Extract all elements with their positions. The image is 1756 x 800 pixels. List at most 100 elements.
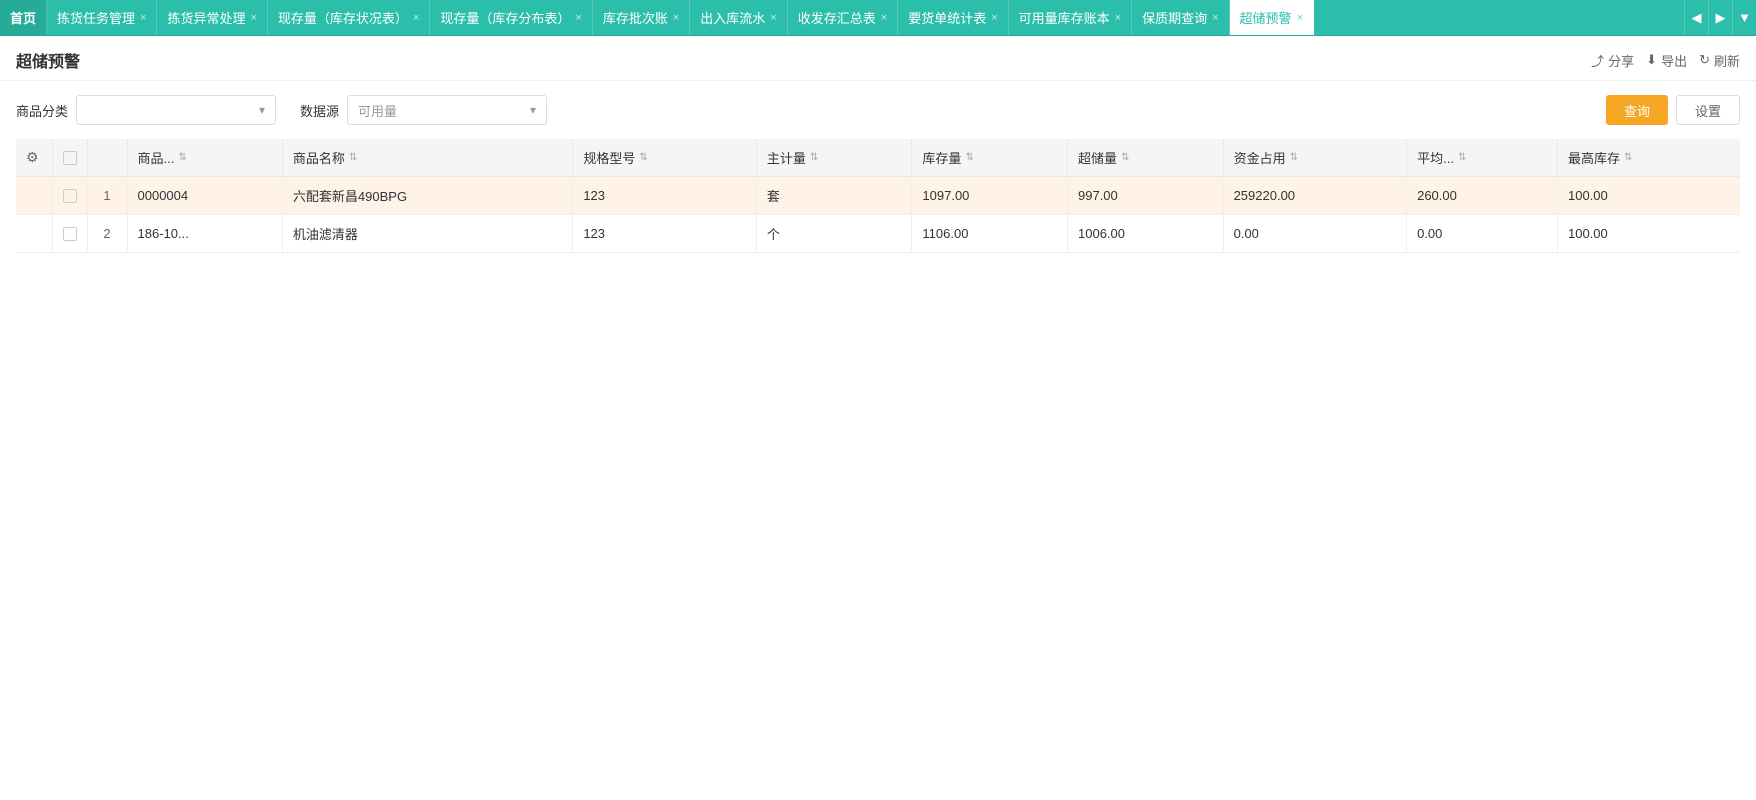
- nav-batch-close[interactable]: ×: [673, 12, 679, 24]
- row-stock: 1106.00: [912, 215, 1068, 253]
- nav-arrow-left[interactable]: ◀: [1684, 0, 1708, 35]
- nav-item-abnormal[interactable]: 拣货异常处理 ×: [157, 0, 267, 35]
- row-product-name: 机油滤清器: [282, 215, 572, 253]
- col-header-index: [87, 139, 127, 177]
- row-stock: 1097.00: [912, 177, 1068, 215]
- col-header-checkbox: [52, 139, 87, 177]
- refresh-button[interactable]: ↻ 刷新: [1699, 51, 1740, 70]
- sort-icon-max-stock: ⇅: [1624, 152, 1632, 163]
- nav-batch-label: 库存批次账: [603, 8, 668, 27]
- category-filter-label: 商品分类: [16, 101, 68, 120]
- row-index: 1: [87, 177, 127, 215]
- nav-item-inventory-dist[interactable]: 现存量（库存分布表） ×: [430, 0, 592, 35]
- sort-icon-product-code: ⇅: [178, 152, 186, 163]
- col-header-unit[interactable]: 主计量 ⇅: [756, 139, 912, 177]
- nav-inout-close[interactable]: ×: [770, 12, 776, 24]
- datasource-select[interactable]: 可用量 ▾: [347, 95, 547, 125]
- refresh-label: 刷新: [1714, 51, 1740, 70]
- nav-item-batch[interactable]: 库存批次账 ×: [593, 0, 690, 35]
- export-button[interactable]: ⬇ 导出: [1646, 51, 1687, 70]
- row-checkbox[interactable]: [63, 189, 77, 203]
- category-filter-group: 商品分类 ▾: [16, 95, 276, 125]
- nav-overstock-label: 超储预警: [1240, 8, 1292, 27]
- nav-item-order-stat[interactable]: 要货单统计表 ×: [898, 0, 1008, 35]
- col-header-product-code[interactable]: 商品... ⇅: [127, 139, 282, 177]
- share-button[interactable]: ⤴ 分享: [1591, 51, 1634, 70]
- row-max-stock: 100.00: [1558, 177, 1741, 215]
- nav-expiry-close[interactable]: ×: [1212, 12, 1218, 24]
- sort-icon-overstock: ⇅: [1121, 152, 1129, 163]
- data-table: ⚙ 商品... ⇅: [16, 139, 1740, 253]
- row-checkbox[interactable]: [63, 227, 77, 241]
- datasource-select-text: 可用量: [358, 101, 397, 120]
- row-gear-cell: [16, 177, 52, 215]
- settings-button[interactable]: 设置: [1676, 95, 1740, 125]
- nav-arrow-right[interactable]: ▶: [1708, 0, 1732, 35]
- col-header-gear: ⚙: [16, 139, 52, 177]
- datasource-filter-label: 数据源: [300, 101, 339, 120]
- nav-overstock-close[interactable]: ×: [1297, 12, 1303, 24]
- query-button[interactable]: 查询: [1606, 95, 1668, 125]
- gear-icon[interactable]: ⚙: [26, 149, 39, 165]
- nav-item-home[interactable]: 首页: [0, 0, 47, 35]
- row-checkbox-cell: [52, 215, 87, 253]
- nav-order-stat-close[interactable]: ×: [991, 12, 997, 24]
- nav-item-avail-ledger[interactable]: 可用量库存账本 ×: [1009, 0, 1132, 35]
- nav-item-summary[interactable]: 收发存汇总表 ×: [788, 0, 898, 35]
- nav-item-task[interactable]: 拣货任务管理 ×: [47, 0, 157, 35]
- nav-item-expiry[interactable]: 保质期查询 ×: [1132, 0, 1229, 35]
- col-header-spec[interactable]: 规格型号 ⇅: [573, 139, 757, 177]
- col-header-overstock[interactable]: 超储量 ⇅: [1068, 139, 1224, 177]
- table-row: 1 0000004 六配套新昌490BPG 123 套 1097.00 997.…: [16, 177, 1740, 215]
- nav-bar: 首页 拣货任务管理 × 拣货异常处理 × 现存量（库存状况表） × 现存量（库存…: [0, 0, 1756, 36]
- nav-home-label: 首页: [10, 8, 36, 27]
- row-unit: 个: [756, 215, 912, 253]
- datasource-chevron-down-icon: ▾: [530, 103, 536, 117]
- sort-icon-spec: ⇅: [639, 152, 647, 163]
- row-avg: 260.00: [1407, 177, 1558, 215]
- category-select[interactable]: ▾: [76, 95, 276, 125]
- table-body: 1 0000004 六配套新昌490BPG 123 套 1097.00 997.…: [16, 177, 1740, 253]
- nav-arrows: ◀ ▶ ▼: [1684, 0, 1756, 35]
- sort-icon-unit: ⇅: [810, 152, 818, 163]
- nav-avail-ledger-label: 可用量库存账本: [1019, 8, 1110, 27]
- share-icon: ⤴: [1591, 51, 1604, 70]
- table-container: ⚙ 商品... ⇅: [0, 139, 1756, 253]
- header-actions: ⤴ 分享 ⬇ 导出 ↻ 刷新: [1591, 51, 1740, 70]
- export-label: 导出: [1661, 51, 1687, 70]
- row-unit: 套: [756, 177, 912, 215]
- sort-icon-product-name: ⇅: [349, 152, 357, 163]
- export-icon: ⬇: [1646, 52, 1657, 68]
- row-overstock: 997.00: [1068, 177, 1224, 215]
- refresh-icon: ↻: [1699, 52, 1710, 68]
- nav-arrow-more[interactable]: ▼: [1732, 0, 1756, 35]
- col-header-avg[interactable]: 平均... ⇅: [1407, 139, 1558, 177]
- nav-inventory-dist-label: 现存量（库存分布表）: [440, 8, 570, 27]
- category-chevron-down-icon: ▾: [259, 103, 265, 117]
- page-title: 超储预警: [16, 48, 80, 72]
- page-content: 超储预警 ⤴ 分享 ⬇ 导出 ↻ 刷新 商品分类 ▾ 数据源: [0, 36, 1756, 800]
- row-spec: 123: [573, 177, 757, 215]
- page-header: 超储预警 ⤴ 分享 ⬇ 导出 ↻ 刷新: [0, 36, 1756, 81]
- nav-inventory-status-close[interactable]: ×: [413, 12, 419, 24]
- nav-summary-close[interactable]: ×: [881, 12, 887, 24]
- col-header-max-stock[interactable]: 最高库存 ⇅: [1558, 139, 1741, 177]
- sort-icon-stock: ⇅: [965, 152, 973, 163]
- nav-item-inout[interactable]: 出入库流水 ×: [690, 0, 787, 35]
- nav-inventory-dist-close[interactable]: ×: [575, 12, 581, 24]
- header-checkbox[interactable]: [63, 151, 77, 165]
- nav-task-close[interactable]: ×: [140, 12, 146, 24]
- row-avg: 0.00: [1407, 215, 1558, 253]
- nav-item-inventory-status[interactable]: 现存量（库存状况表） ×: [268, 0, 430, 35]
- col-header-product-name[interactable]: 商品名称 ⇅: [282, 139, 572, 177]
- nav-abnormal-close[interactable]: ×: [250, 12, 256, 24]
- col-header-capital[interactable]: 资金占用 ⇅: [1223, 139, 1407, 177]
- col-header-stock[interactable]: 库存量 ⇅: [912, 139, 1068, 177]
- filter-actions: 查询 设置: [1606, 95, 1740, 125]
- row-capital: 0.00: [1223, 215, 1407, 253]
- nav-avail-ledger-close[interactable]: ×: [1115, 12, 1121, 24]
- table-header-row: ⚙ 商品... ⇅: [16, 139, 1740, 177]
- row-product-code: 186-10...: [127, 215, 282, 253]
- row-capital: 259220.00: [1223, 177, 1407, 215]
- nav-item-overstock[interactable]: 超储预警 ×: [1230, 0, 1314, 35]
